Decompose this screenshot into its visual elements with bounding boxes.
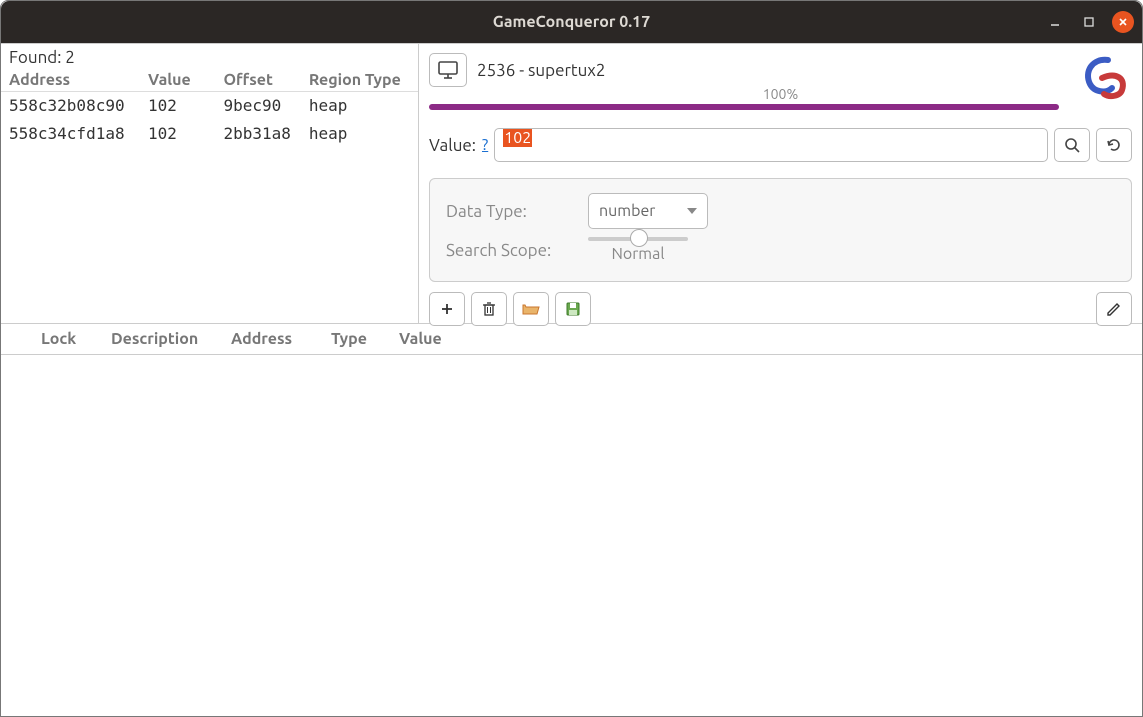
search-pane: 2536 - supertux2 100% Value: ? 102 <box>419 44 1142 323</box>
value-label: Value: <box>429 136 476 155</box>
result-row[interactable]: 558c32b08c90 102 9bec90 heap <box>1 92 418 120</box>
search-icon <box>1064 137 1080 153</box>
add-cheat-button[interactable] <box>429 292 465 326</box>
monitor-icon <box>437 60 459 80</box>
col-header-type[interactable]: Type <box>331 330 399 348</box>
col-header-offset[interactable]: Offset <box>223 71 308 89</box>
memory-editor-button[interactable] <box>1096 292 1132 326</box>
plus-icon <box>440 302 454 316</box>
value-input[interactable]: 102 <box>494 128 1048 162</box>
found-count: Found: 2 <box>1 44 418 69</box>
cell-value: 102 <box>148 122 223 146</box>
reset-button[interactable] <box>1096 128 1132 162</box>
col-header-value[interactable]: Value <box>148 71 223 89</box>
folder-open-icon <box>522 302 540 316</box>
search-options: Data Type: number Search Scope: <box>429 178 1132 282</box>
slider-thumb[interactable] <box>630 229 648 247</box>
result-row[interactable]: 558c34cfd1a8 102 2bb31a8 heap <box>1 120 418 148</box>
cell-region: heap <box>309 122 418 146</box>
value-help-link[interactable]: ? <box>482 136 488 154</box>
cheat-table-body[interactable] <box>1 355 1142 716</box>
app-logo <box>1078 50 1132 104</box>
results-header: Address Value Offset Region Type <box>1 69 418 92</box>
window-controls <box>1044 1 1134 43</box>
col-header-address[interactable]: Address <box>231 330 331 348</box>
cell-address: 558c32b08c90 <box>9 94 148 118</box>
scope-slider[interactable] <box>588 237 688 241</box>
select-process-button[interactable] <box>429 53 467 87</box>
datatype-dropdown[interactable]: number <box>588 193 708 229</box>
window-title: GameConqueror 0.17 <box>493 13 650 31</box>
cheat-toolbar <box>429 292 1132 326</box>
maximize-button[interactable] <box>1078 11 1100 33</box>
col-header-description[interactable]: Description <box>111 330 231 348</box>
save-icon <box>565 301 581 317</box>
progress-bar <box>429 104 1059 110</box>
chevron-down-icon <box>687 207 697 215</box>
trash-icon <box>482 301 496 317</box>
cheat-table-header: Lock Description Address Type Value <box>1 323 1142 355</box>
search-button[interactable] <box>1054 128 1090 162</box>
delete-cheat-button[interactable] <box>471 292 507 326</box>
cell-value: 102 <box>148 94 223 118</box>
refresh-icon <box>1106 137 1122 153</box>
close-button[interactable] <box>1112 11 1134 33</box>
scope-value: Normal <box>611 245 664 263</box>
titlebar: GameConqueror 0.17 <box>1 1 1142 43</box>
col-header-lock[interactable]: Lock <box>41 330 111 348</box>
results-pane: Found: 2 Address Value Offset Region Typ… <box>1 44 419 323</box>
minimize-button[interactable] <box>1044 11 1066 33</box>
pencil-icon <box>1106 301 1122 317</box>
cell-offset: 2bb31a8 <box>223 122 308 146</box>
results-body[interactable]: 558c32b08c90 102 9bec90 heap 558c34cfd1a… <box>1 92 418 323</box>
cell-region: heap <box>309 94 418 118</box>
col-header-value[interactable]: Value <box>399 330 479 348</box>
col-header-region[interactable]: Region Type <box>309 71 418 89</box>
progress-percent: 100% <box>763 86 798 102</box>
scope-label: Search Scope: <box>446 241 564 260</box>
cell-offset: 9bec90 <box>223 94 308 118</box>
col-header-address[interactable]: Address <box>9 71 148 89</box>
save-cheat-button[interactable] <box>555 292 591 326</box>
datatype-label: Data Type: <box>446 202 564 221</box>
process-name: 2536 - supertux2 <box>477 61 605 80</box>
cell-address: 558c34cfd1a8 <box>9 122 148 146</box>
open-cheat-button[interactable] <box>513 292 549 326</box>
datatype-value: number <box>599 202 655 220</box>
